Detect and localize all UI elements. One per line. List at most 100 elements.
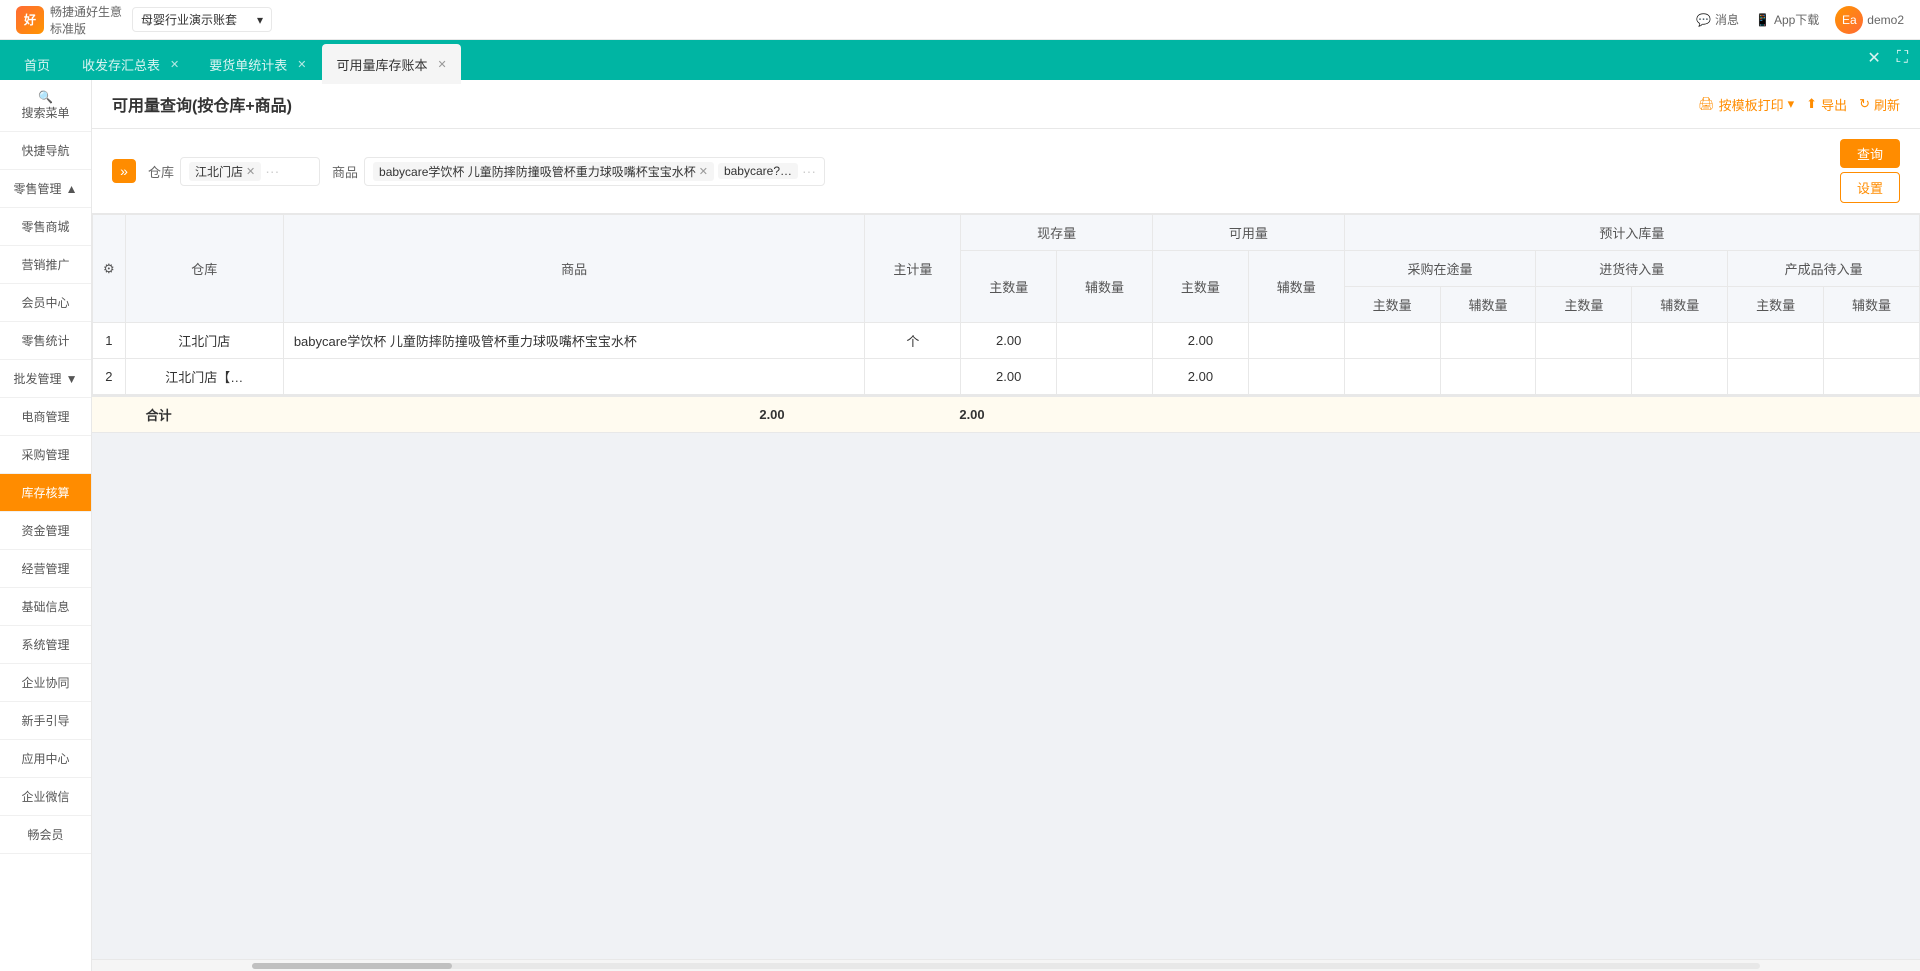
- logo-text: 畅捷通好生意标准版: [50, 3, 122, 37]
- sidebar-item-member[interactable]: 会员中心: [0, 284, 91, 322]
- settings-button[interactable]: 设置: [1840, 172, 1900, 203]
- sidebar-basics-label: 基础信息: [21, 600, 69, 614]
- app-download-button[interactable]: 📱 App下载: [1755, 11, 1819, 28]
- sidebar-item-enterprise[interactable]: 企业协同: [0, 664, 91, 702]
- col-settings-header[interactable]: ⚙: [93, 215, 126, 323]
- username: demo2: [1867, 13, 1904, 27]
- sidebar-item-finance[interactable]: 资金管理: [0, 512, 91, 550]
- cell-stock-aux: [1057, 323, 1153, 359]
- page-title: 可用量查询(按仓库+商品): [112, 92, 292, 116]
- tab-home-label: 首页: [24, 55, 50, 74]
- sidebar-item-wholesale[interactable]: 批发管理 ▼: [0, 360, 91, 398]
- sidebar-item-nav[interactable]: 快捷导航: [0, 132, 91, 170]
- cell-production-main: [1728, 323, 1824, 359]
- cell-stock-main: 2.00: [961, 323, 1057, 359]
- product-input[interactable]: babycare学饮杯 儿童防摔防撞吸管杯重力球吸嘴杯宝宝水杯 ✕ babyca…: [364, 157, 825, 186]
- product-label: 商品: [332, 162, 358, 181]
- avatar: Ea: [1835, 6, 1863, 34]
- export-button[interactable]: ⬆ 导出: [1806, 95, 1847, 114]
- cell-row-num: 2: [93, 359, 126, 395]
- export-icon: ⬆: [1806, 96, 1817, 112]
- sidebar-item-inventory[interactable]: 库存核算: [0, 474, 91, 512]
- tab-order-stats-close[interactable]: ✕: [297, 58, 306, 71]
- cell-stock-aux: [1057, 359, 1153, 395]
- sidebar-purchase-label: 采购管理: [21, 448, 69, 462]
- product-tag-1-close[interactable]: ✕: [699, 165, 708, 178]
- sidebar-retail-stats-label: 零售统计: [21, 334, 69, 348]
- cell-incoming-main: [1536, 323, 1632, 359]
- cell-incoming-aux: [1632, 359, 1728, 395]
- th-purchase-aux: 辅数量: [1440, 287, 1536, 323]
- sidebar-item-guide[interactable]: 新手引导: [0, 702, 91, 740]
- message-button[interactable]: 💬 消息: [1696, 11, 1739, 28]
- warehouse-more-icon[interactable]: ···: [265, 163, 279, 179]
- th-production-main: 主数量: [1728, 287, 1824, 323]
- sidebar-item-ecommerce[interactable]: 电商管理: [0, 398, 91, 436]
- sidebar-item-vip[interactable]: 畅会员: [0, 816, 91, 854]
- content-area: 可用量查询(按仓库+商品) 🖨 按模板打印 ▾ ⬆ 导出 ↻ 刷新 »: [92, 80, 1920, 971]
- page-header: 可用量查询(按仓库+商品) 🖨 按模板打印 ▾ ⬆ 导出 ↻ 刷新: [92, 80, 1920, 129]
- th-avail-main: 主数量: [1152, 251, 1248, 323]
- tab-receipt-summary-close[interactable]: ✕: [170, 58, 179, 71]
- cell-incoming-main: [1536, 359, 1632, 395]
- sidebar-finance-label: 资金管理: [21, 524, 69, 538]
- cell-production-aux: [1824, 323, 1920, 359]
- footer-stock-main: 2.00: [722, 407, 822, 422]
- sidebar-inventory-label: 库存核算: [21, 486, 69, 500]
- th-warehouse: 仓库: [125, 215, 283, 323]
- cell-avail-main: 2.00: [1152, 359, 1248, 395]
- chevron-print-icon: ▾: [1788, 96, 1795, 112]
- sidebar-retail-mall-label: 零售商城: [21, 220, 69, 234]
- tab-receipt-summary-label: 收发存汇总表: [82, 55, 160, 74]
- product-more-icon[interactable]: ···: [802, 163, 816, 179]
- sidebar-item-basics[interactable]: 基础信息: [0, 588, 91, 626]
- cell-purchase-main: [1344, 359, 1440, 395]
- query-button[interactable]: 查询: [1840, 139, 1900, 168]
- th-production-group: 产成品待入量: [1728, 251, 1920, 287]
- tab-home[interactable]: 首页: [8, 44, 66, 84]
- tab-receipt-summary[interactable]: 收发存汇总表 ✕: [68, 44, 193, 84]
- footer-avail-main: 2.00: [922, 407, 1022, 422]
- search-icon: 🔍: [38, 90, 53, 104]
- sidebar-item-retail-stats[interactable]: 零售统计: [0, 322, 91, 360]
- maximize-icon[interactable]: ⛶: [1893, 45, 1912, 71]
- store-selector[interactable]: 母婴行业演示账套 ▾: [132, 7, 272, 32]
- sidebar-item-marketing[interactable]: 营销推广: [0, 246, 91, 284]
- main-layout: 🔍 搜索菜单 快捷导航 零售管理 ▲ 零售商城 营销推广 会员中心 零售统计 批…: [0, 80, 1920, 971]
- sidebar-search-label: 搜索菜单: [8, 104, 83, 121]
- product-tag-2: babycare?…: [718, 163, 798, 179]
- sidebar-item-system[interactable]: 系统管理: [0, 626, 91, 664]
- sidebar-member-label: 会员中心: [21, 296, 69, 310]
- warehouse-filter: 仓库 江北门店 ✕ ···: [148, 157, 320, 186]
- sidebar-retail-management-label: 零售管理: [14, 180, 62, 197]
- sidebar-item-retail-management[interactable]: 零售管理 ▲: [0, 170, 91, 208]
- close-window-icon[interactable]: ✕: [1863, 44, 1884, 72]
- tab-available-stock[interactable]: 可用量库存账本 ✕: [322, 44, 460, 84]
- sidebar-item-wechat[interactable]: 企业微信: [0, 778, 91, 816]
- user-profile[interactable]: Ea demo2: [1835, 6, 1904, 34]
- filter-expand-button[interactable]: »: [112, 159, 136, 183]
- template-print-button[interactable]: 🖨 按模板打印 ▾: [1698, 95, 1794, 114]
- footer-label: 合计: [102, 405, 722, 424]
- refresh-icon: ↻: [1859, 96, 1870, 112]
- tab-available-stock-close[interactable]: ✕: [438, 58, 447, 71]
- th-purchase-group: 采购在途量: [1344, 251, 1536, 287]
- sidebar-item-retail-mall[interactable]: 零售商城: [0, 208, 91, 246]
- warehouse-input[interactable]: 江北门店 ✕ ···: [180, 157, 320, 186]
- sidebar-item-search[interactable]: 🔍 搜索菜单: [0, 80, 91, 132]
- refresh-button[interactable]: ↻ 刷新: [1859, 95, 1900, 114]
- cell-stock-main: 2.00: [961, 359, 1057, 395]
- header-actions: 🖨 按模板打印 ▾ ⬆ 导出 ↻ 刷新: [1698, 95, 1900, 114]
- sidebar-wechat-label: 企业微信: [21, 790, 69, 804]
- tab-available-stock-label: 可用量库存账本: [336, 55, 427, 74]
- sidebar-item-operations[interactable]: 经营管理: [0, 550, 91, 588]
- cell-product: [283, 359, 865, 395]
- sidebar-item-apps[interactable]: 应用中心: [0, 740, 91, 778]
- th-forecast-group: 预计入库量: [1344, 215, 1919, 251]
- sidebar-item-purchase[interactable]: 采购管理: [0, 436, 91, 474]
- th-production-aux: 辅数量: [1824, 287, 1920, 323]
- horizontal-scrollbar[interactable]: [252, 963, 1760, 969]
- warehouse-tag-close[interactable]: ✕: [246, 165, 255, 178]
- scroll-thumb: [252, 963, 452, 969]
- tab-order-stats[interactable]: 要货单统计表 ✕: [195, 44, 320, 84]
